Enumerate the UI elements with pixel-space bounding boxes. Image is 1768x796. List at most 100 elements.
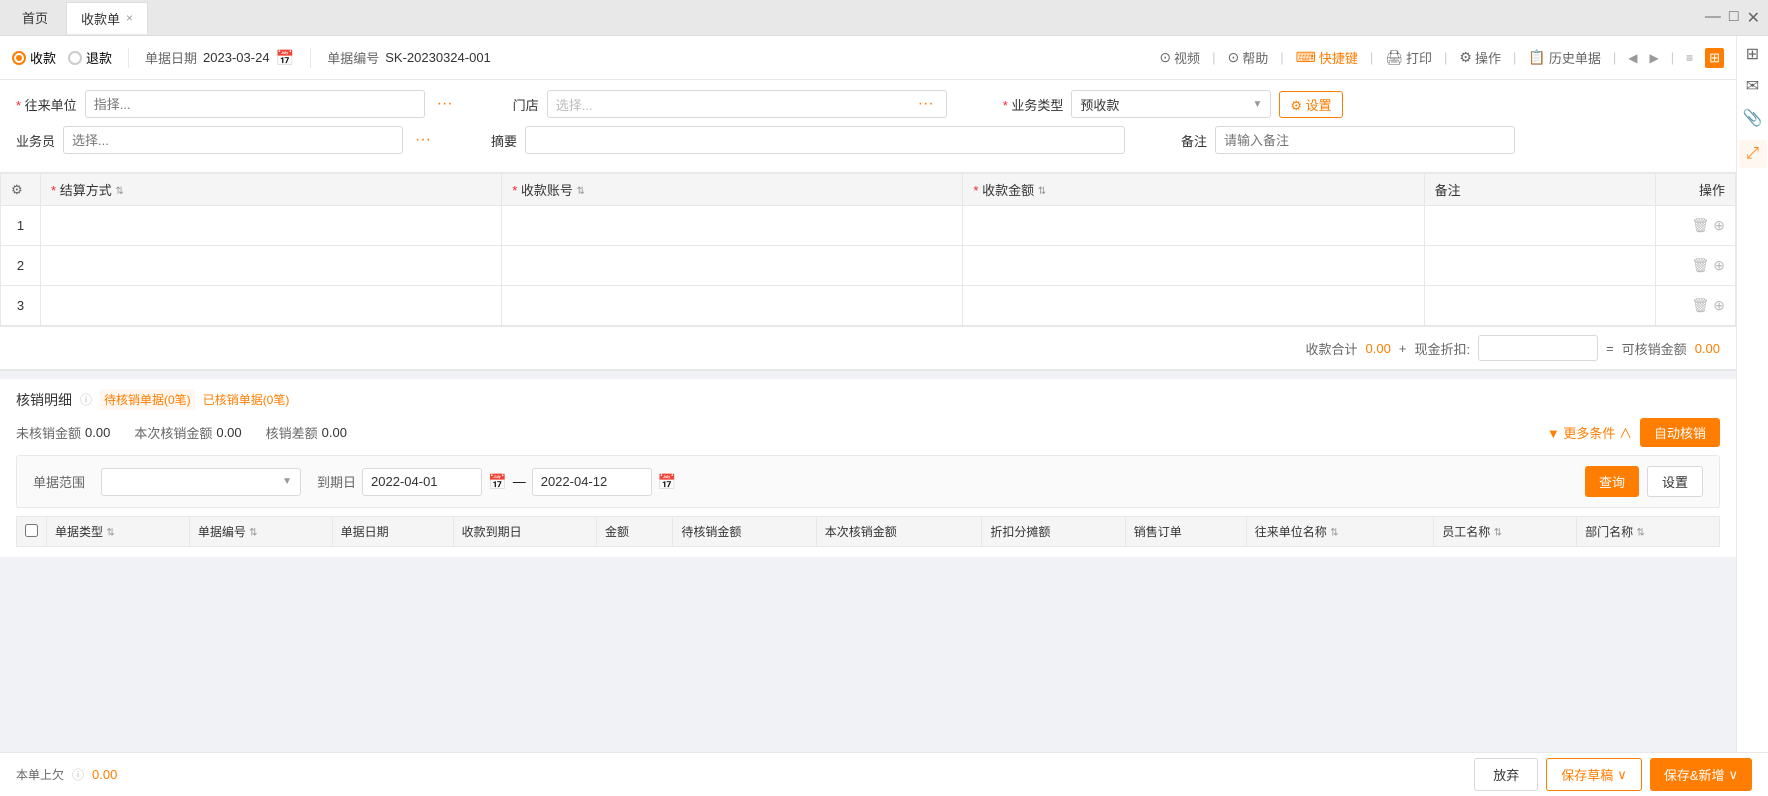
discount-input[interactable] <box>1478 335 1598 361</box>
tab-active[interactable]: 收款单 × <box>66 2 148 34</box>
sidebar-attach-icon[interactable]: 📎 <box>1743 108 1763 128</box>
row-2-notes[interactable] <box>1424 246 1655 286</box>
filter-row: 单据范围 ▼ 到期日 📅 — 📅 查询 设置 <box>16 455 1720 508</box>
grid-view-icon[interactable]: ⊞ <box>1705 48 1724 68</box>
shortcut-btn[interactable]: ⌨ 快捷键 <box>1296 48 1358 67</box>
col-amount: * 收款金额 ⇅ <box>963 174 1424 206</box>
counterpart-more-btn[interactable]: ··· <box>433 95 457 113</box>
sidebar-email-icon[interactable]: ✉ <box>1746 76 1759 96</box>
nav-next-icon[interactable]: ▶ <box>1649 51 1658 65</box>
radio-refund[interactable]: 退款 <box>68 48 112 67</box>
col-account: * 收款账号 ⇅ <box>502 174 963 206</box>
col-notes: 备注 <box>1424 174 1655 206</box>
available-label: 可核销金额 <box>1622 339 1687 358</box>
table-gear-icon[interactable]: ⚙ <box>11 182 23 197</box>
row-3-method[interactable] <box>41 286 502 326</box>
filter-actions: 查询 设置 <box>1585 466 1703 497</box>
auto-reconcile-btn[interactable]: 自动核销 <box>1640 418 1720 447</box>
date-to-calendar-icon[interactable]: 📅 <box>658 473 677 491</box>
range-select[interactable]: ▼ <box>101 468 301 496</box>
sidebar-expand-icon[interactable]: ⤢ <box>1739 140 1767 168</box>
reconcile-tab-pending[interactable]: 待核销单据(0笔) <box>100 389 195 410</box>
form-settings-btn[interactable]: ⚙ 设置 <box>1279 91 1342 118</box>
date-to-input[interactable] <box>532 468 652 496</box>
col-discount: 折扣分摊额 <box>982 517 1125 547</box>
minimize-icon[interactable]: — <box>1705 8 1721 28</box>
row-1-method[interactable] <box>41 206 502 246</box>
row-2-account[interactable] <box>502 246 963 286</box>
nav-prev-icon[interactable]: ◀ <box>1628 51 1637 65</box>
business-type-select[interactable]: 预收款 ▼ <box>1071 90 1271 118</box>
tab-home[interactable]: 首页 <box>8 2 62 33</box>
row-3-delete-icon[interactable]: 🗑 <box>1691 297 1709 314</box>
stat-right: ▼ 更多条件 ∧ 自动核销 <box>1547 418 1720 447</box>
filter-settings-btn[interactable]: 设置 <box>1647 466 1703 497</box>
row-3-amount[interactable] <box>963 286 1424 326</box>
list-view-icon[interactable]: ≡ <box>1686 51 1693 65</box>
reconcile-tab-done[interactable]: 已核销单据(0笔) <box>199 389 294 410</box>
row-1-notes[interactable] <box>1424 206 1655 246</box>
row-3-notes[interactable] <box>1424 286 1655 326</box>
toolbar-right: ⊙ 视频 | ⊙ 帮助 | ⌨ 快捷键 | 🖨 打印 | ⚙ 操作 <box>1159 48 1724 68</box>
maximize-icon[interactable]: □ <box>1729 8 1739 28</box>
row-1-account[interactable] <box>502 206 963 246</box>
col-check <box>17 517 47 547</box>
save-new-btn[interactable]: 保存&新增 ∨ <box>1650 758 1752 791</box>
staff-more-btn[interactable]: ··· <box>411 131 435 149</box>
counterpart-input[interactable] <box>85 90 425 118</box>
radio-receive-dot <box>12 51 26 65</box>
store-more-btn[interactable]: ··· <box>914 95 938 113</box>
query-btn[interactable]: 查询 <box>1585 466 1639 497</box>
divider1 <box>128 48 129 68</box>
col-doc-number: 单据编号 ⇅ <box>189 517 332 547</box>
history-icon: 📋 <box>1528 49 1545 66</box>
calendar-icon[interactable]: 📅 <box>276 49 295 67</box>
radio-receive[interactable]: 收款 <box>12 48 56 67</box>
row-2-copy-icon[interactable]: ⊕ <box>1713 257 1725 274</box>
form-area: 往来单位 ··· 门店 选择... ··· 业务类型 预收款 ▼ ⚙ 设置 业务… <box>0 80 1736 173</box>
more-filter-btn[interactable]: ▼ 更多条件 ∧ <box>1547 423 1632 442</box>
reconcile-header: 核销明细 ⓘ 待核销单据(0笔) 已核销单据(0笔) <box>16 389 1720 410</box>
table-container: ⚙ * 结算方式 ⇅ * 收款账号 ⇅ * 收款金额 <box>0 173 1736 371</box>
row-3-copy-icon[interactable]: ⊕ <box>1713 297 1725 314</box>
doc-date-value: 2023-03-24 <box>203 50 270 65</box>
business-type-value: 预收款 <box>1080 95 1119 114</box>
row-2-delete-icon[interactable]: 🗑 <box>1691 257 1709 274</box>
bottom-label: 本单上欠 <box>16 766 64 783</box>
staff-input[interactable] <box>63 126 403 154</box>
stat-diff-label: 核销差额 <box>266 423 318 442</box>
notes-input[interactable] <box>1215 126 1515 154</box>
tab-close-icon[interactable]: × <box>126 11 133 25</box>
print-btn[interactable]: 🖨 打印 <box>1385 48 1432 67</box>
operation-btn[interactable]: ⚙ 操作 <box>1459 48 1501 67</box>
doc-type-radio-group: 收款 退款 <box>12 48 112 67</box>
sidebar-table-icon[interactable]: ⊞ <box>1746 44 1759 64</box>
summary-input[interactable] <box>525 126 1125 154</box>
row-2-method[interactable] <box>41 246 502 286</box>
row-1-amount[interactable] <box>963 206 1424 246</box>
close-icon[interactable]: ✕ <box>1747 8 1760 28</box>
bottom-value: 0.00 <box>92 767 117 782</box>
col-pending-amount: 待核销金额 <box>673 517 816 547</box>
save-draft-chevron: ∨ <box>1617 767 1627 783</box>
select-all-checkbox[interactable] <box>25 524 38 537</box>
row-1-delete-icon[interactable]: 🗑 <box>1691 217 1709 234</box>
col-doc-date: 单据日期 <box>332 517 453 547</box>
divider7: | <box>1513 50 1516 65</box>
row-3-account[interactable] <box>502 286 963 326</box>
date-from-input[interactable] <box>362 468 482 496</box>
business-type-chevron: ▼ <box>1252 99 1262 110</box>
date-from-calendar-icon[interactable]: 📅 <box>488 473 507 491</box>
bottom-right: 放弃 保存草稿 ∨ 保存&新增 ∨ <box>1474 758 1752 791</box>
save-draft-btn[interactable]: 保存草稿 ∨ <box>1546 758 1642 791</box>
history-btn[interactable]: 📋 历史单据 <box>1528 48 1600 67</box>
discount-label: 现金折扣: <box>1414 339 1470 358</box>
divider5: | <box>1370 50 1373 65</box>
row-1-copy-icon[interactable]: ⊕ <box>1713 217 1725 234</box>
help-btn[interactable]: ⊙ 帮助 <box>1227 48 1268 67</box>
video-btn[interactable]: ⊙ 视频 <box>1159 48 1200 67</box>
row-2-amount[interactable] <box>963 246 1424 286</box>
abandon-btn[interactable]: 放弃 <box>1474 758 1538 791</box>
available-value: 0.00 <box>1695 341 1720 356</box>
store-select[interactable]: 选择... ··· <box>547 90 947 118</box>
